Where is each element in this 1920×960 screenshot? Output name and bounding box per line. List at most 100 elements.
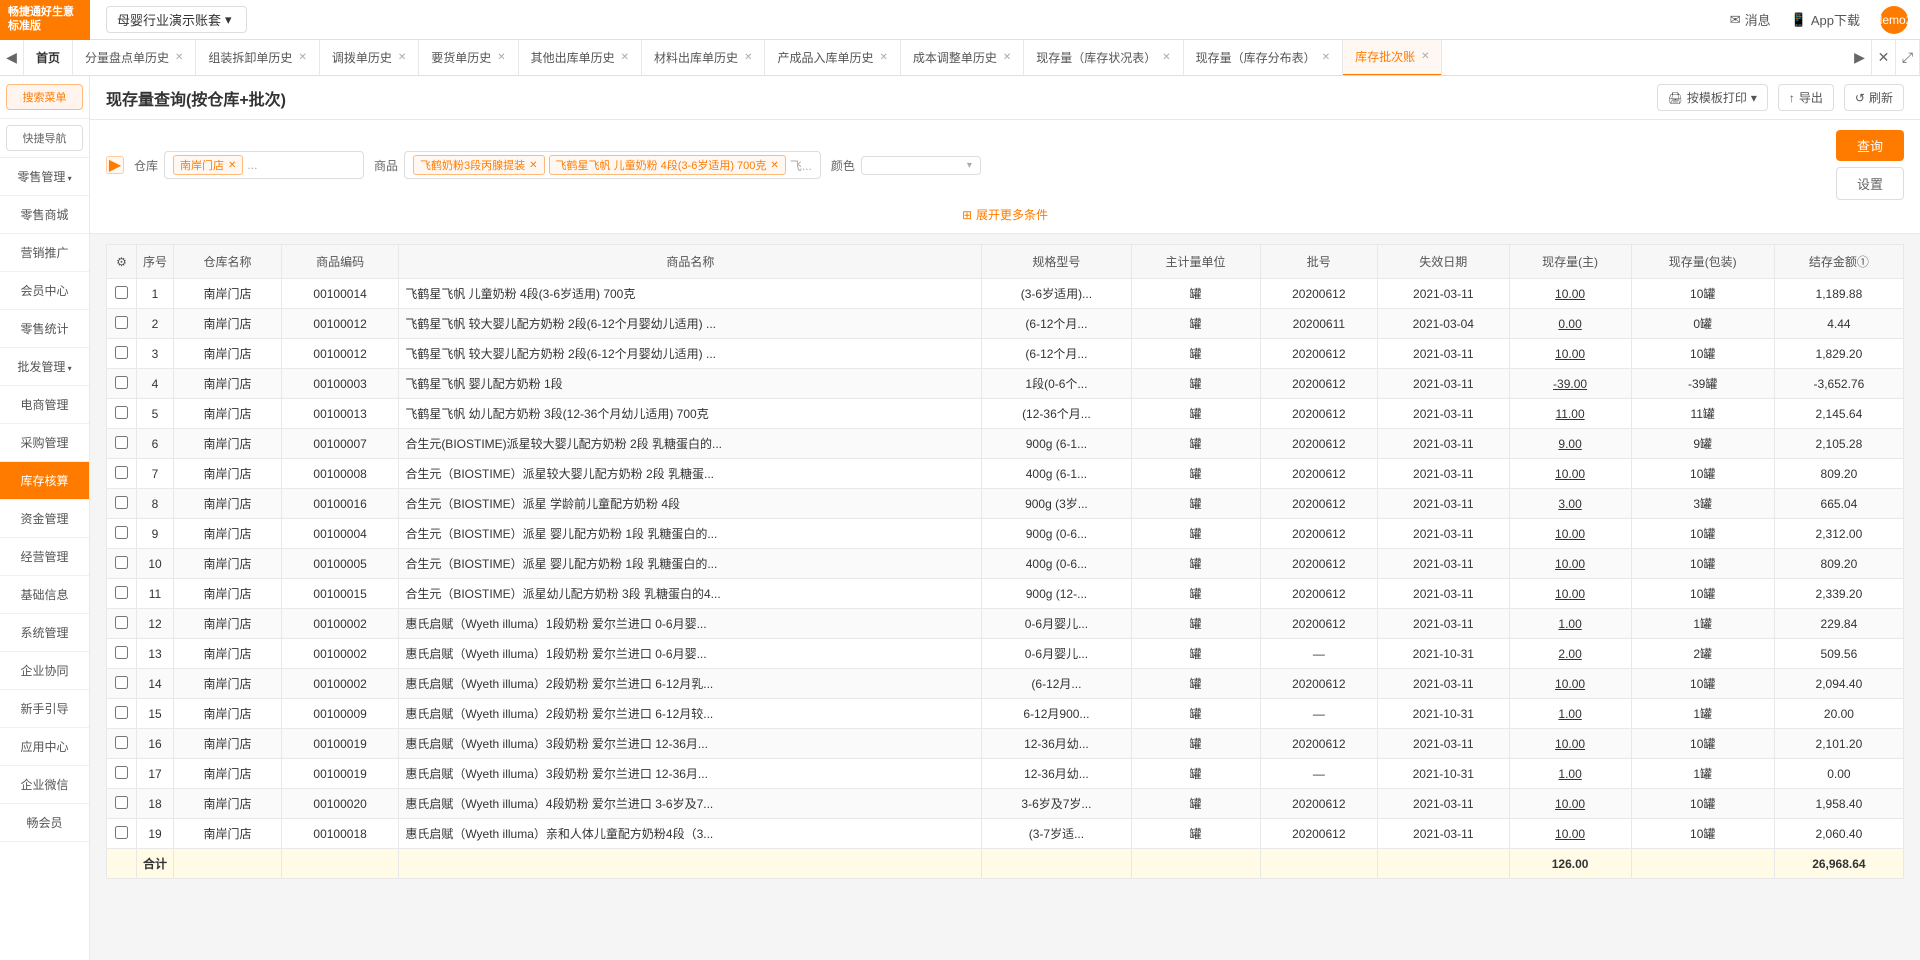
tab-chengben[interactable]: 成本调整单历史✕ <box>901 40 1024 76</box>
td-stock-main[interactable]: 10.00 <box>1509 549 1631 579</box>
td-stock-main[interactable]: 10.00 <box>1509 579 1631 609</box>
sidebar-item-member[interactable]: 会员中心 <box>0 272 89 310</box>
sidebar-item-purchase[interactable]: 采购管理 <box>0 424 89 462</box>
warehouse-tag-close[interactable]: ✕ <box>228 160 236 171</box>
tab-close-chengben[interactable]: ✕ <box>1003 52 1011 63</box>
query-button[interactable]: 查询 <box>1836 130 1904 161</box>
tab-tiaobo[interactable]: 调拨单历史✕ <box>320 40 419 76</box>
tab-close-piCI[interactable]: ✕ <box>1421 51 1429 62</box>
td-stock-main[interactable]: 3.00 <box>1509 489 1631 519</box>
row-checkbox[interactable] <box>115 826 128 839</box>
refresh-button[interactable]: ↺ 刷新 <box>1844 84 1904 111</box>
tab-close-cailiao[interactable]: ✕ <box>744 52 752 63</box>
row-checkbox[interactable] <box>115 376 128 389</box>
warehouse-input[interactable]: 南岸门店 ✕ ... <box>164 151 364 179</box>
td-stock-main[interactable]: 2.00 <box>1509 639 1631 669</box>
tab-close-all-button[interactable]: ✕ <box>1872 40 1896 76</box>
tab-prev-button[interactable]: ◀ <box>0 40 24 76</box>
tab-close-chengpin[interactable]: ✕ <box>879 52 887 63</box>
td-stock-main[interactable]: 10.00 <box>1509 279 1631 309</box>
tab-xianzai1[interactable]: 现存量（库存状况表）✕ <box>1024 40 1183 76</box>
avatar[interactable]: demo2 <box>1880 6 1908 34</box>
tab-next-button[interactable]: ▶ <box>1848 40 1872 76</box>
td-stock-main[interactable]: 1.00 <box>1509 609 1631 639</box>
sidebar-item-wholesale[interactable]: 批发管理 ▾ <box>0 348 89 386</box>
tab-fullscreen-button[interactable]: ⤢ <box>1896 40 1920 76</box>
product-input[interactable]: 飞鹤奶粉3段丙腺提装 ✕ 飞鹤星飞帆 儿童奶粉 4段(3-6岁适用) 700克 … <box>404 151 821 179</box>
sidebar-item-corp-wechat[interactable]: 企业微信 <box>0 766 89 804</box>
row-checkbox[interactable] <box>115 286 128 299</box>
sidebar-item-app-center[interactable]: 应用中心 <box>0 728 89 766</box>
td-stock-main[interactable]: 9.00 <box>1509 429 1631 459</box>
app-download-button[interactable]: 📱 App下载 <box>1791 10 1860 29</box>
sidebar-item-inventory[interactable]: 库存核算 <box>0 462 89 500</box>
row-checkbox[interactable] <box>115 526 128 539</box>
tab-piCI[interactable]: 库存批次账✕ <box>1343 40 1442 76</box>
row-checkbox[interactable] <box>115 766 128 779</box>
td-stock-main[interactable]: 1.00 <box>1509 699 1631 729</box>
row-checkbox[interactable] <box>115 646 128 659</box>
tab-xianzai2[interactable]: 现存量（库存分布表）✕ <box>1184 40 1343 76</box>
color-input[interactable]: ▾ <box>861 156 981 175</box>
sidebar-item-guide[interactable]: 新手引导 <box>0 690 89 728</box>
msg-button[interactable]: ✉ 消息 <box>1730 10 1771 29</box>
tab-close-yaohuo[interactable]: ✕ <box>497 52 505 63</box>
tab-home[interactable]: 首页 <box>24 40 73 76</box>
sidebar-item-retail-shop[interactable]: 零售商城 <box>0 196 89 234</box>
row-checkbox[interactable] <box>115 706 128 719</box>
row-checkbox[interactable] <box>115 496 128 509</box>
org-selector[interactable]: 母婴行业演示账套 ▾ <box>106 6 247 33</box>
sidebar-item-retail-stats[interactable]: 零售统计 <box>0 310 89 348</box>
expand-filter-button[interactable]: ▶ <box>106 156 124 174</box>
sidebar-item-member-card[interactable]: 畅会员 <box>0 804 89 842</box>
row-checkbox[interactable] <box>115 736 128 749</box>
row-checkbox[interactable] <box>115 466 128 479</box>
row-checkbox[interactable] <box>115 436 128 449</box>
tab-close-zuhe[interactable]: ✕ <box>298 52 306 63</box>
sidebar-item-system[interactable]: 系统管理 <box>0 614 89 652</box>
td-stock-main[interactable]: -39.00 <box>1509 369 1631 399</box>
td-stock-main[interactable]: 10.00 <box>1509 669 1631 699</box>
sidebar-item-finance[interactable]: 资金管理 <box>0 500 89 538</box>
row-checkbox[interactable] <box>115 556 128 569</box>
tab-close-qita[interactable]: ✕ <box>621 52 629 63</box>
quick-nav-button[interactable]: 快捷导航 <box>6 125 83 151</box>
sidebar-item-basic[interactable]: 基础信息 <box>0 576 89 614</box>
row-checkbox[interactable] <box>115 676 128 689</box>
template-print-button[interactable]: 🖨 按模板打印 ▾ <box>1657 84 1768 111</box>
tab-zuhe[interactable]: 组装拆卸单历史✕ <box>196 40 319 76</box>
row-checkbox[interactable] <box>115 406 128 419</box>
row-checkbox[interactable] <box>115 346 128 359</box>
tab-close-xianzai1[interactable]: ✕ <box>1162 52 1170 63</box>
td-stock-main[interactable]: 10.00 <box>1509 729 1631 759</box>
tab-close-tiaobo[interactable]: ✕ <box>398 52 406 63</box>
tab-close-fenpan[interactable]: ✕ <box>175 52 183 63</box>
row-checkbox[interactable] <box>115 586 128 599</box>
export-button[interactable]: ↑ 导出 <box>1778 84 1834 111</box>
tab-fenpan[interactable]: 分量盘点单历史✕ <box>73 40 196 76</box>
row-checkbox[interactable] <box>115 316 128 329</box>
tab-yaohuo[interactable]: 要货单历史✕ <box>419 40 518 76</box>
td-stock-main[interactable]: 10.00 <box>1509 459 1631 489</box>
td-stock-main[interactable]: 10.00 <box>1509 339 1631 369</box>
td-stock-main[interactable]: 10.00 <box>1509 819 1631 849</box>
row-checkbox[interactable] <box>115 616 128 629</box>
sidebar-item-retail-mgmt[interactable]: 零售管理 ▾ <box>0 158 89 196</box>
row-checkbox[interactable] <box>115 796 128 809</box>
search-menu-button[interactable]: 搜索菜单 <box>6 84 83 110</box>
tab-close-xianzai2[interactable]: ✕ <box>1322 52 1330 63</box>
sidebar-item-marketing[interactable]: 营销推广 <box>0 234 89 272</box>
product-tag-close-2[interactable]: ✕ <box>770 160 778 171</box>
tab-qita[interactable]: 其他出库单历史✕ <box>519 40 642 76</box>
setting-button[interactable]: 设置 <box>1836 167 1904 200</box>
td-stock-main[interactable]: 11.00 <box>1509 399 1631 429</box>
td-stock-main[interactable]: 10.00 <box>1509 519 1631 549</box>
tab-chengpin[interactable]: 产成品入库单历史✕ <box>765 40 900 76</box>
expand-more-button[interactable]: ⊞ 展开更多条件 <box>106 206 1904 223</box>
sidebar-item-enterprise[interactable]: 企业协同 <box>0 652 89 690</box>
product-tag-close-1[interactable]: ✕ <box>529 160 537 171</box>
td-stock-main[interactable]: 10.00 <box>1509 789 1631 819</box>
td-stock-main[interactable]: 0.00 <box>1509 309 1631 339</box>
sidebar-item-operations[interactable]: 经营管理 <box>0 538 89 576</box>
tab-cailiao[interactable]: 材料出库单历史✕ <box>642 40 765 76</box>
